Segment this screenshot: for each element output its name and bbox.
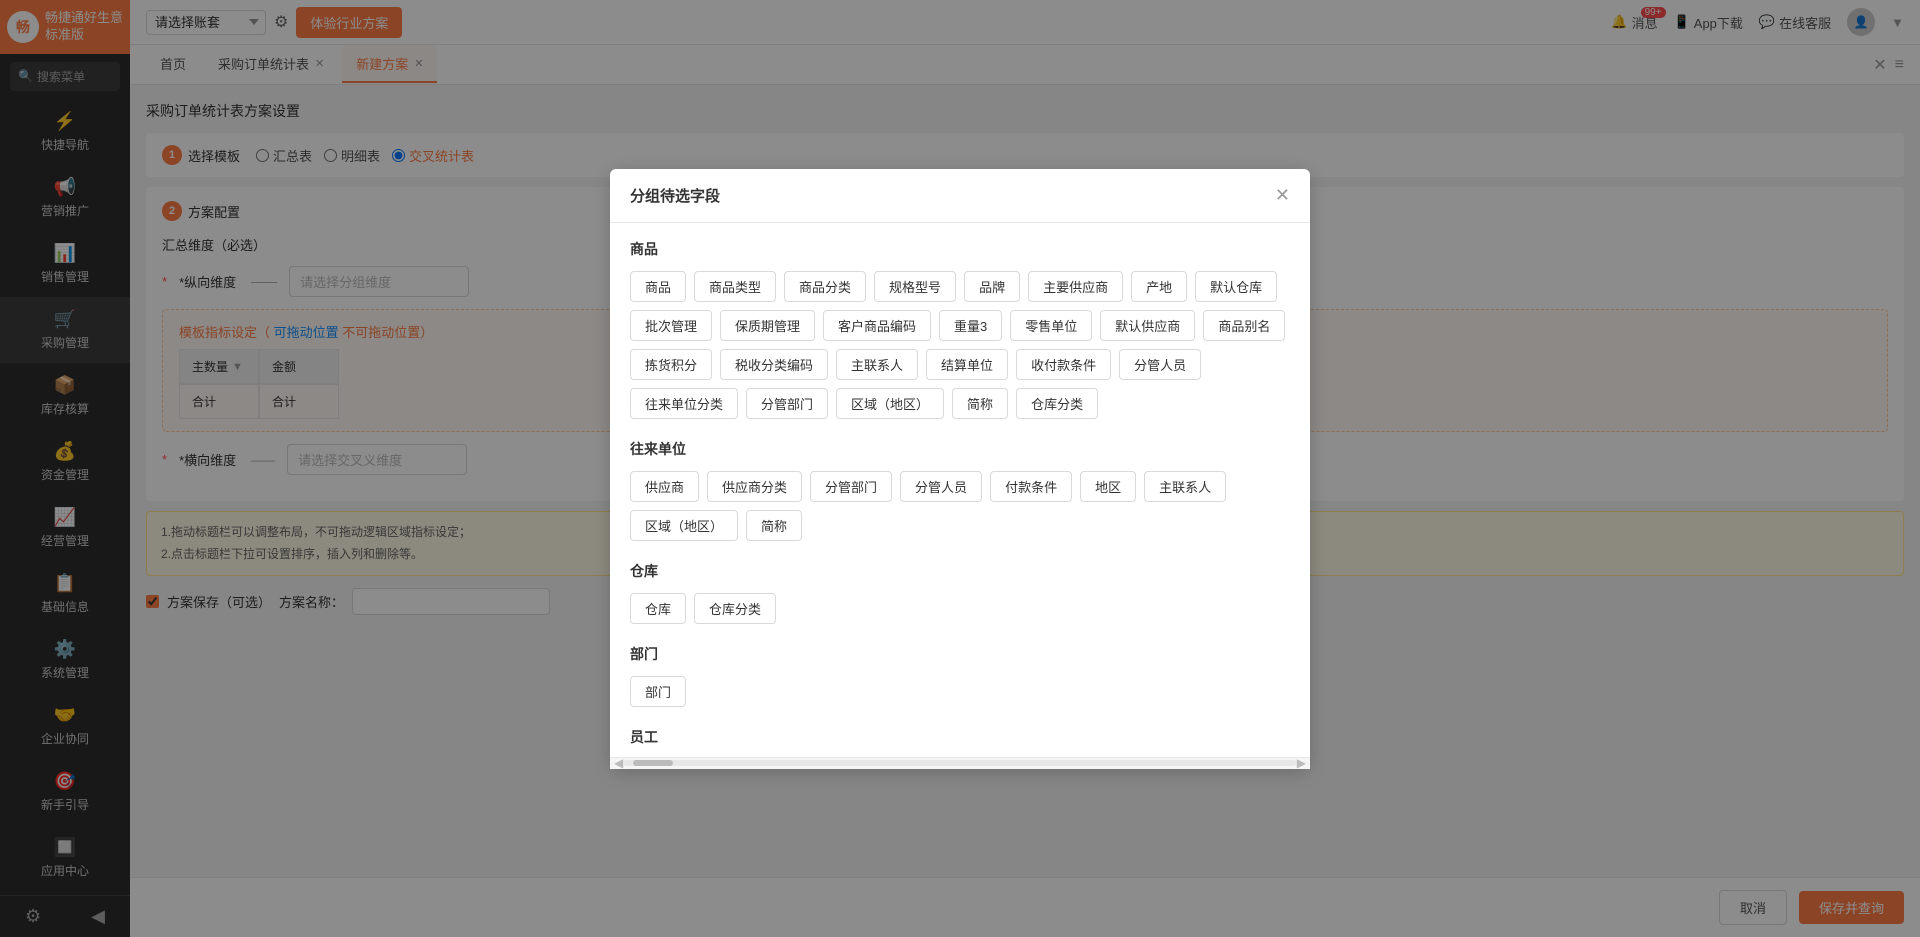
- field-tag-0-3[interactable]: 规格型号: [874, 271, 956, 302]
- field-tag-0-15[interactable]: 拣货积分: [630, 349, 712, 380]
- field-tag-0-13[interactable]: 默认供应商: [1100, 310, 1195, 341]
- modal-header: 分组待选字段 ✕: [610, 169, 1310, 223]
- field-group-2: 仓库仓库仓库分类: [630, 561, 1290, 624]
- field-tag-0-0[interactable]: 商品: [630, 271, 686, 302]
- field-group-0: 商品商品商品类型商品分类规格型号品牌主要供应商产地默认仓库批次管理保质期管理客户…: [630, 239, 1290, 419]
- field-group-4: 员工业务员: [630, 727, 1290, 757]
- field-tag-0-16[interactable]: 税收分类编码: [720, 349, 828, 380]
- field-tags-1: 供应商供应商分类分管部门分管人员付款条件地区主联系人区域（地区） 简称: [630, 471, 1290, 541]
- field-tag-0-25[interactable]: 仓库分类: [1016, 388, 1098, 419]
- field-group-title-1: 往来单位: [630, 439, 1290, 459]
- hscroll-right-icon[interactable]: ▶: [1297, 756, 1306, 770]
- field-tag-0-6[interactable]: 产地: [1131, 271, 1187, 302]
- field-tag-0-11[interactable]: 重量3: [939, 310, 1002, 341]
- field-tags-3: 部门: [630, 676, 1290, 707]
- field-group-title-0: 商品: [630, 239, 1290, 259]
- field-group-3: 部门部门: [630, 644, 1290, 707]
- field-tag-0-9[interactable]: 保质期管理: [720, 310, 815, 341]
- field-tag-2-0[interactable]: 仓库: [630, 593, 686, 624]
- field-tag-0-10[interactable]: 客户商品编码: [823, 310, 931, 341]
- field-tag-0-7[interactable]: 默认仓库: [1195, 271, 1277, 302]
- field-tag-3-0[interactable]: 部门: [630, 676, 686, 707]
- field-tag-1-8[interactable]: 简称: [746, 510, 802, 541]
- field-tag-0-1[interactable]: 商品类型: [694, 271, 776, 302]
- field-tag-1-7[interactable]: 区域（地区）: [630, 510, 738, 541]
- modal-overlay: 分组待选字段 ✕ 商品商品商品类型商品分类规格型号品牌主要供应商产地默认仓库批次…: [0, 0, 1920, 937]
- field-tags-0: 商品商品类型商品分类规格型号品牌主要供应商产地默认仓库批次管理保质期管理客户商品…: [630, 271, 1290, 419]
- field-tag-0-19[interactable]: 收付款条件: [1016, 349, 1111, 380]
- modal-hscroll: ◀ ▶: [610, 757, 1310, 769]
- field-group-title-2: 仓库: [630, 561, 1290, 581]
- hscroll-thumb[interactable]: [633, 760, 673, 766]
- hscroll-left-icon[interactable]: ◀: [614, 756, 623, 770]
- field-tag-1-0[interactable]: 供应商: [630, 471, 699, 502]
- field-group-title-3: 部门: [630, 644, 1290, 664]
- field-tag-0-12[interactable]: 零售单位: [1010, 310, 1092, 341]
- field-group-title-4: 员工: [630, 727, 1290, 747]
- modal-close-icon[interactable]: ✕: [1275, 186, 1290, 204]
- field-tag-0-18[interactable]: 结算单位: [926, 349, 1008, 380]
- modal-title: 分组待选字段: [630, 185, 720, 206]
- field-group-1: 往来单位供应商供应商分类分管部门分管人员付款条件地区主联系人区域（地区） 简称: [630, 439, 1290, 541]
- field-tag-1-6[interactable]: 主联系人: [1144, 471, 1226, 502]
- field-tag-0-14[interactable]: 商品别名: [1203, 310, 1285, 341]
- modal: 分组待选字段 ✕ 商品商品商品类型商品分类规格型号品牌主要供应商产地默认仓库批次…: [610, 169, 1310, 769]
- field-tag-2-1[interactable]: 仓库分类: [694, 593, 776, 624]
- modal-body: 商品商品商品类型商品分类规格型号品牌主要供应商产地默认仓库批次管理保质期管理客户…: [610, 223, 1310, 757]
- field-tag-1-2[interactable]: 分管部门: [810, 471, 892, 502]
- field-tag-0-4[interactable]: 品牌: [964, 271, 1020, 302]
- field-tag-0-22[interactable]: 分管部门: [746, 388, 828, 419]
- field-tag-0-21[interactable]: 往来单位分类: [630, 388, 738, 419]
- field-tag-0-17[interactable]: 主联系人: [836, 349, 918, 380]
- field-tag-1-3[interactable]: 分管人员: [900, 471, 982, 502]
- hscroll-track: [623, 760, 1297, 766]
- field-tag-0-2[interactable]: 商品分类: [784, 271, 866, 302]
- field-tag-0-23[interactable]: 区域（地区）: [836, 388, 944, 419]
- field-tag-0-24[interactable]: 简称: [952, 388, 1008, 419]
- field-tag-0-5[interactable]: 主要供应商: [1028, 271, 1123, 302]
- field-tag-0-20[interactable]: 分管人员: [1119, 349, 1201, 380]
- field-tag-1-1[interactable]: 供应商分类: [707, 471, 802, 502]
- field-tag-0-8[interactable]: 批次管理: [630, 310, 712, 341]
- field-tag-1-4[interactable]: 付款条件: [990, 471, 1072, 502]
- field-tag-1-5[interactable]: 地区: [1080, 471, 1136, 502]
- field-tags-2: 仓库仓库分类: [630, 593, 1290, 624]
